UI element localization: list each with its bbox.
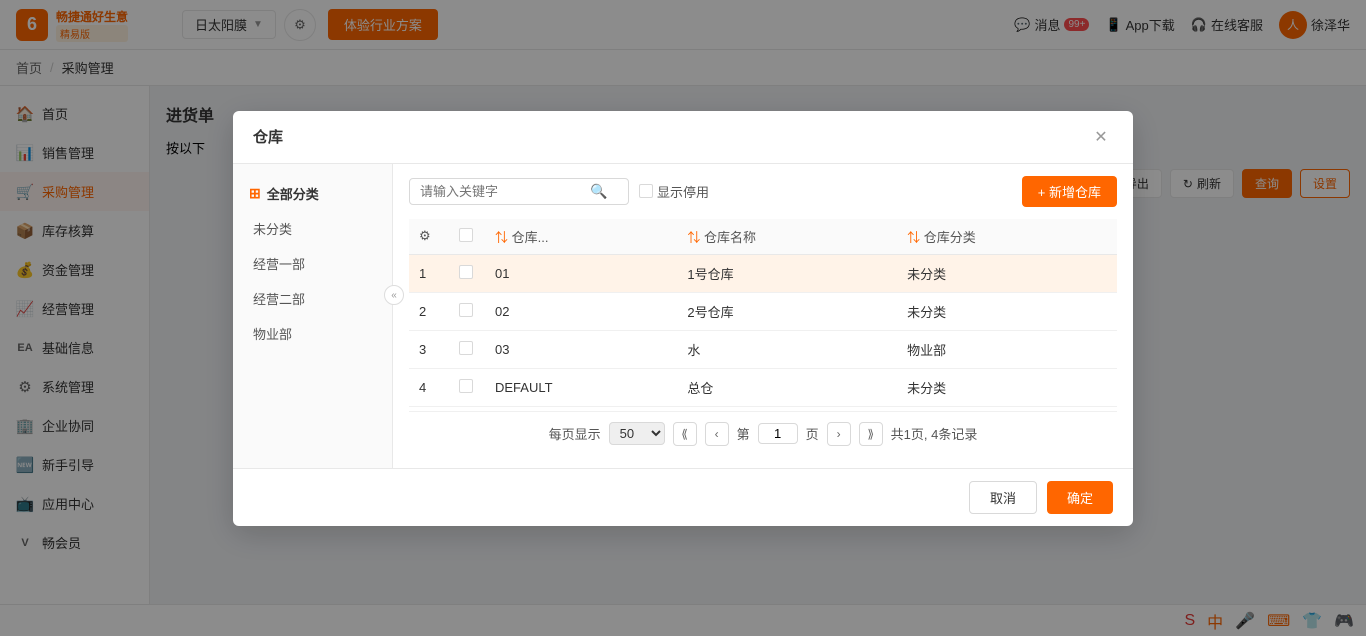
th-name: ⇅ 仓库名称 (677, 219, 897, 255)
col-settings-icon: ⚙ (419, 228, 431, 243)
category-sort-icon: ⇅ (907, 230, 920, 245)
row-num: 2 (409, 292, 449, 330)
modal-pagination: 每页显示 50 10 20 100 ⟪ ‹ 第 页 › ⟫ 共1页, 4条记录 (409, 411, 1117, 456)
th-category: ⇅ 仓库分类 (897, 219, 1117, 255)
row-code: DEFAULT (485, 368, 677, 406)
table-row[interactable]: 3 03 水 物业部 (409, 330, 1117, 368)
th-settings: ⚙ (409, 219, 449, 255)
row-category: 物业部 (897, 330, 1117, 368)
category-operation2[interactable]: 经营二部 (233, 281, 392, 316)
category-operation1[interactable]: 经营一部 (233, 246, 392, 281)
table-header: ⚙ ⇅ 仓库... ⇅ (409, 219, 1117, 255)
first-page-button[interactable]: ⟪ (673, 422, 697, 446)
row-name: 1号仓库 (677, 254, 897, 292)
modal-table-panel: 🔍 显示停用 + 新增仓库 ⚙ (393, 164, 1133, 468)
modal-body: ⊞ 全部分类 未分类 经营一部 经营二部 物业部 « 🔍 (233, 164, 1133, 468)
per-page-label: 每页显示 (549, 424, 601, 443)
modal-overlay[interactable]: 仓库 ✕ ⊞ 全部分类 未分类 经营一部 经营二部 物业部 « (0, 0, 1366, 636)
row-name: 总仓 (677, 368, 897, 406)
row-name: 水 (677, 330, 897, 368)
modal-header: 仓库 ✕ (233, 111, 1133, 164)
modal-search-bar: 🔍 显示停用 + 新增仓库 (409, 176, 1117, 207)
table-body: 1 01 1号仓库 未分类 2 02 2号仓库 (409, 254, 1117, 406)
row-category: 未分类 (897, 368, 1117, 406)
show-disabled-toggle[interactable]: 显示停用 (639, 182, 709, 201)
row-category: 未分类 (897, 254, 1117, 292)
add-warehouse-button[interactable]: + 新增仓库 (1022, 176, 1117, 207)
row-checkbox[interactable] (449, 368, 485, 406)
row-category: 未分类 (897, 292, 1117, 330)
modal-category-panel: ⊞ 全部分类 未分类 经营一部 经营二部 物业部 « (233, 164, 393, 468)
row-checkbox[interactable] (449, 254, 485, 292)
warehouse-modal: 仓库 ✕ ⊞ 全部分类 未分类 经营一部 经营二部 物业部 « (233, 111, 1133, 526)
category-property[interactable]: 物业部 (233, 316, 392, 351)
show-disabled-label: 显示停用 (657, 182, 709, 201)
chevron-left-icon: « (391, 290, 397, 301)
all-category-label: 全部分类 (267, 184, 319, 203)
show-disabled-checkbox[interactable] (639, 184, 653, 198)
page-size-select[interactable]: 50 10 20 100 (609, 422, 665, 445)
table-row[interactable]: 4 DEFAULT 总仓 未分类 (409, 368, 1117, 406)
row-code: 01 (485, 254, 677, 292)
collapse-panel-button[interactable]: « (384, 285, 404, 305)
warehouse-table: ⚙ ⇅ 仓库... ⇅ (409, 219, 1117, 407)
search-icon[interactable]: 🔍 (590, 183, 607, 200)
th-code: ⇅ 仓库... (485, 219, 677, 255)
total-label: 共1页, 4条记录 (891, 424, 978, 443)
row-num: 4 (409, 368, 449, 406)
row-checkbox[interactable] (449, 330, 485, 368)
all-category-header[interactable]: ⊞ 全部分类 (233, 176, 392, 211)
modal-close-button[interactable]: ✕ (1089, 125, 1113, 149)
last-page-button[interactable]: ⟫ (859, 422, 883, 446)
cancel-button[interactable]: 取消 (969, 481, 1037, 514)
table-row[interactable]: 2 02 2号仓库 未分类 (409, 292, 1117, 330)
prev-page-button[interactable]: ‹ (705, 422, 729, 446)
category-unclassified[interactable]: 未分类 (233, 211, 392, 246)
page-number-input[interactable] (758, 423, 798, 444)
row-checkbox[interactable] (449, 292, 485, 330)
page-unit: 页 (806, 424, 819, 443)
name-sort-icon: ⇅ (687, 230, 700, 245)
select-all-checkbox[interactable] (459, 228, 473, 242)
modal-title: 仓库 (253, 126, 283, 147)
confirm-button[interactable]: 确定 (1047, 481, 1113, 514)
table-container: ⚙ ⇅ 仓库... ⇅ (409, 219, 1117, 407)
row-name: 2号仓库 (677, 292, 897, 330)
table-row[interactable]: 1 01 1号仓库 未分类 (409, 254, 1117, 292)
sort-icon: ⇅ (495, 230, 508, 245)
row-num: 1 (409, 254, 449, 292)
search-input[interactable] (420, 184, 590, 199)
th-checkbox (449, 219, 485, 255)
grid-icon: ⊞ (249, 185, 261, 202)
modal-footer: 取消 确定 (233, 468, 1133, 526)
next-page-button[interactable]: › (827, 422, 851, 446)
row-code: 03 (485, 330, 677, 368)
row-num: 3 (409, 330, 449, 368)
page-label: 第 (737, 424, 750, 443)
search-input-wrap: 🔍 (409, 178, 629, 205)
row-code: 02 (485, 292, 677, 330)
